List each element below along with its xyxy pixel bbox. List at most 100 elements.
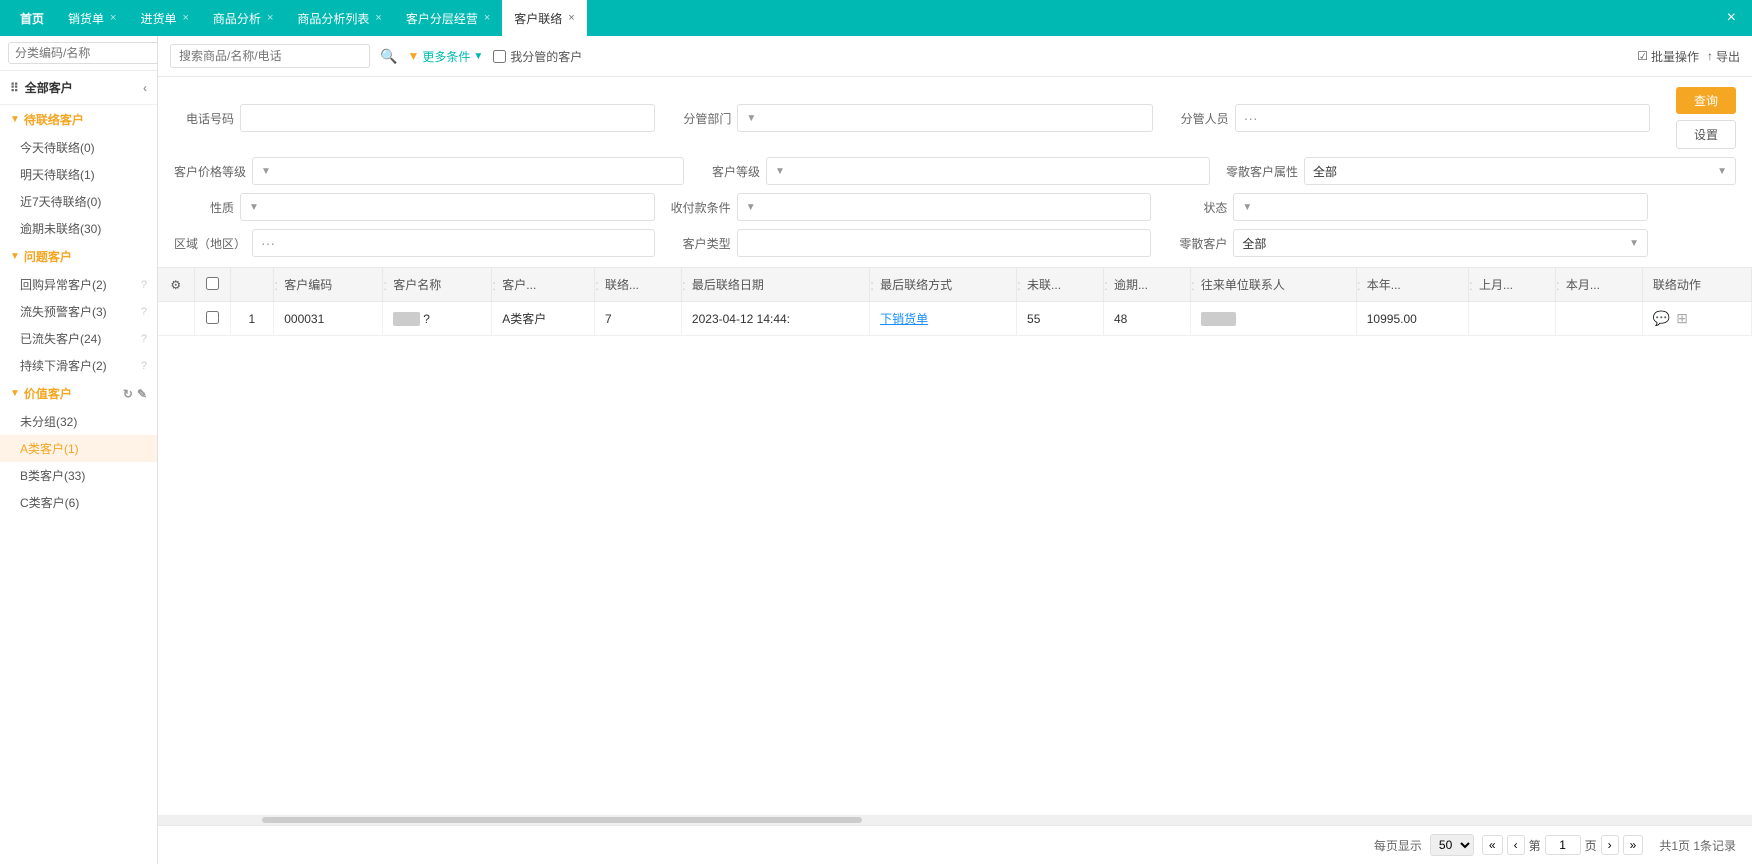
col-unit-contact[interactable]: : 往来单位联系人 (1190, 268, 1356, 302)
manager-input[interactable]: ··· (1235, 104, 1650, 132)
sidebar-item-a-class[interactable]: A类客户(1) (0, 435, 157, 462)
col-tier[interactable]: : 客户... (492, 268, 595, 302)
edit-icon[interactable]: ✎ (137, 387, 147, 401)
nature-select[interactable]: ▼ (240, 193, 655, 221)
close-purchase-icon[interactable]: × (182, 12, 188, 24)
close-customer-contact-icon[interactable]: × (568, 12, 574, 24)
col-last-month[interactable]: : 上月... (1469, 268, 1556, 302)
next-page-btn[interactable]: › (1601, 835, 1619, 855)
td-this-year: 10995.00 (1356, 302, 1468, 336)
top-nav: 首页 销货单 × 进货单 × 商品分析 × 商品分析列表 × 客户分层经营 × … (0, 0, 1752, 36)
table-settings-header[interactable]: ⚙ (158, 268, 194, 302)
section-arrow-icon3: ▼ (10, 388, 20, 399)
sidebar-item-churn-warning[interactable]: 流失预警客户(3) ? (0, 298, 157, 325)
nature-label: 性质 (174, 199, 234, 216)
sidebar-search-input[interactable] (8, 42, 158, 64)
table-wrapper: ⚙ : 客户编码 : 客户名称 : 客户... : 联络... : 最后联络日期… (158, 268, 1752, 815)
first-page-btn[interactable]: « (1482, 835, 1503, 855)
col-last-contact-method[interactable]: : 最后联络方式 (870, 268, 1017, 302)
search-button-icon[interactable]: 🔍 (380, 48, 397, 65)
col-this-month[interactable]: : 本月... (1555, 268, 1642, 302)
status-label: 状态 (1167, 199, 1227, 216)
export-btn[interactable]: ↑ 导出 (1707, 48, 1740, 65)
prev-page-btn[interactable]: ‹ (1507, 835, 1525, 855)
sidebar-item-ungrouped[interactable]: 未分组(32) (0, 408, 157, 435)
sidebar-item-c-class[interactable]: C类客户(6) (0, 489, 157, 516)
col-last-contact-date[interactable]: : 最后联络日期 (681, 268, 869, 302)
td-check[interactable] (194, 302, 230, 336)
filter-actions: 查询 设置 (1676, 87, 1736, 149)
region-input[interactable]: ··· (252, 229, 655, 257)
sidebar-item-7days[interactable]: 近7天待联络(0) (0, 188, 157, 215)
page-number-input[interactable] (1545, 835, 1581, 855)
filter-retail-customer: 零散客户 全部 ▼ (1167, 229, 1648, 257)
nav-sales[interactable]: 销货单 × (56, 0, 128, 36)
refresh-icon[interactable]: ↻ (123, 387, 133, 401)
retail-attr-select[interactable]: 全部 ▼ (1304, 157, 1736, 185)
select-all-checkbox[interactable] (206, 277, 219, 290)
payment-label: 收付款条件 (671, 199, 731, 216)
per-page-select[interactable]: 50 (1430, 834, 1474, 856)
query-button[interactable]: 查询 (1676, 87, 1736, 114)
page-label: 第 (1529, 837, 1541, 854)
settings-button[interactable]: 设置 (1676, 120, 1736, 149)
sidebar-item-today[interactable]: 今天待联络(0) (0, 134, 157, 161)
more-filter-btn[interactable]: ▼ 更多条件 ▼ (407, 48, 483, 65)
sidebar-all-customers-header[interactable]: ⠿ 全部客户 ‹ (0, 71, 157, 105)
customer-type-input[interactable] (737, 229, 1152, 257)
close-analysis-icon[interactable]: × (267, 12, 273, 24)
chevron-icon3: ▼ (775, 166, 785, 177)
col-name[interactable]: : 客户名称 (383, 268, 492, 302)
sidebar-item-overdue[interactable]: 逾期未联络(30) (0, 215, 157, 242)
td-last-method[interactable]: 下销货单 (870, 302, 1017, 336)
pending-contact-section[interactable]: ▼ 待联络客户 (0, 105, 157, 134)
col-this-year[interactable]: : 本年... (1356, 268, 1468, 302)
sidebar-item-b-class[interactable]: B类客户(33) (0, 462, 157, 489)
value-customers-section[interactable]: ▼ 价值客户 ↻ ✎ (0, 379, 157, 408)
price-tier-select[interactable]: ▼ (252, 157, 684, 185)
nav-customer-tier[interactable]: 客户分层经营 × (394, 0, 502, 36)
my-customers-checkbox[interactable] (493, 50, 506, 63)
retail-customer-select[interactable]: 全部 ▼ (1233, 229, 1648, 257)
col-contact-count[interactable]: : 联络... (595, 268, 682, 302)
nav-home[interactable]: 首页 (8, 0, 56, 36)
sidebar-collapse-btn[interactable]: ‹ (143, 81, 147, 95)
page-navigation: « ‹ 第 页 › » (1482, 835, 1643, 855)
problem-customers-section[interactable]: ▼ 问题客户 (0, 242, 157, 271)
batch-operation-btn[interactable]: ☑ 批量操作 (1637, 48, 1699, 65)
dept-select[interactable]: ▼ (737, 104, 1152, 132)
table-check-header[interactable] (194, 268, 230, 302)
col-uncontacted[interactable]: : 未联... (1017, 268, 1104, 302)
nav-analysis-list[interactable]: 商品分析列表 × (285, 0, 393, 36)
dots-icon2: ··· (261, 235, 275, 251)
retail-customer-label: 零散客户 (1167, 235, 1227, 252)
phone-input[interactable] (240, 104, 655, 132)
sidebar-item-tomorrow[interactable]: 明天待联络(1) (0, 161, 157, 188)
payment-select[interactable]: ▼ (737, 193, 1152, 221)
grid-action-icon[interactable]: ⊞ (1676, 310, 1688, 327)
last-page-btn[interactable]: » (1623, 835, 1644, 855)
scroll-thumb[interactable] (262, 817, 862, 823)
nav-customer-contact[interactable]: 客户联络 × (502, 0, 586, 36)
sidebar-item-declining[interactable]: 持续下滑客户(2) ? (0, 352, 157, 379)
col-overdue[interactable]: : 逾期... (1103, 268, 1190, 302)
nav-analysis[interactable]: 商品分析 × (201, 0, 285, 36)
status-select[interactable]: ▼ (1233, 193, 1648, 221)
td-unit-contact: RE . (1190, 302, 1356, 336)
horizontal-scrollbar[interactable] (158, 815, 1752, 825)
nav-purchase[interactable]: 进货单 × (128, 0, 200, 36)
close-sales-icon[interactable]: × (110, 12, 116, 24)
sidebar-item-churned[interactable]: 已流失客户(24) ? (0, 325, 157, 352)
global-close-icon[interactable]: × (1719, 9, 1744, 27)
customer-tier-select[interactable]: ▼ (766, 157, 1210, 185)
search-input[interactable] (170, 44, 370, 68)
dots-icon: ··· (1244, 110, 1258, 126)
section-arrow-icon2: ▼ (10, 251, 20, 262)
close-customer-tier-icon[interactable]: × (484, 12, 490, 24)
close-analysis-list-icon[interactable]: × (375, 12, 381, 24)
chat-icon[interactable]: 💬 (1653, 310, 1670, 327)
col-code[interactable]: : 客户编码 (274, 268, 383, 302)
row-checkbox[interactable] (206, 311, 219, 324)
sidebar-item-repurchase-abnormal[interactable]: 回购异常客户(2) ? (0, 271, 157, 298)
my-customers-check-area[interactable]: 我分管的客户 (493, 48, 582, 65)
